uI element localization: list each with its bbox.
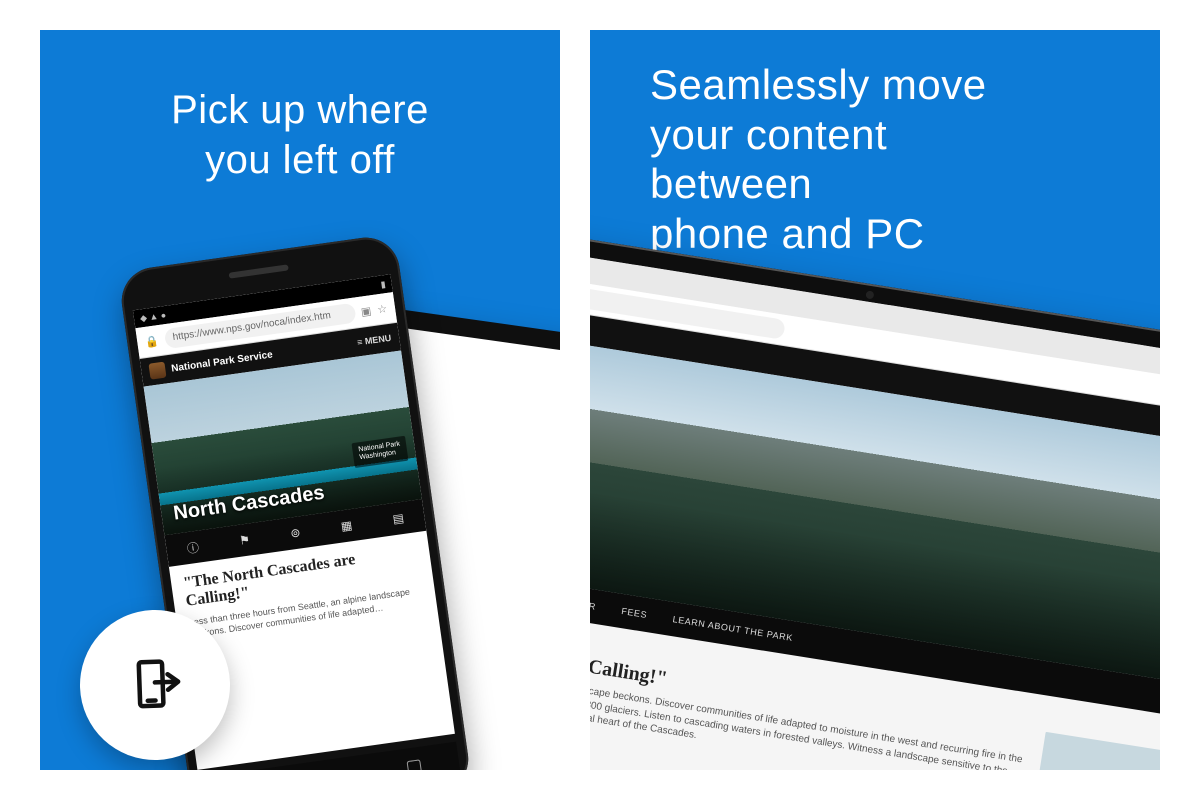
site-menu-button[interactable]: ≡ MENU [357,333,392,348]
status-left-icons: ◆ ▲ ● [139,309,167,324]
subnav-alerts-icon[interactable]: ⚑ [238,532,251,547]
headline-left: Pick up where you left off [40,85,560,185]
nav-recents-icon[interactable]: ▢ [404,754,424,770]
subnav-fees-icon[interactable]: ▤ [392,511,405,526]
promo-panel-right: Seamlessly move your content between pho… [590,30,1160,770]
subnav-calendar-icon[interactable]: ▦ [340,518,353,533]
nps-logo-icon [148,362,166,380]
subnav-maps-icon[interactable]: ⊚ [289,525,301,540]
promo-two-panel: Pick up where you left off ◆ ▲ ● ▮ 🔒 htt… [0,0,1200,800]
subnav-item[interactable]: FEES [621,606,648,620]
promo-panel-left: Pick up where you left off ◆ ▲ ● ▮ 🔒 htt… [40,30,560,770]
tablet-screen: North Cascades Nation… – ▢ ✕ ← → ⟳ 🔒 nps… [590,230,1160,770]
lock-icon: 🔒 [144,334,159,349]
camera-dot [865,290,874,299]
star-icon[interactable]: ☆ [376,302,388,316]
hero-subtitle-pill: National Park Washington [351,435,408,468]
subnav-info-icon[interactable]: ⓘ [186,538,200,557]
battery-icon: ▮ [380,279,386,291]
send-to-pc-icon [123,653,187,717]
tablet-device: North Cascades Nation… – ▢ ✕ ← → ⟳ 🔒 nps… [590,209,1160,770]
tabs-icon[interactable]: ▣ [360,304,372,318]
headline-right: Seamlessly move your content between pho… [650,60,987,258]
subnav-item[interactable]: CALENDAR [590,594,597,612]
nav-home-icon[interactable]: ○ [321,767,335,770]
